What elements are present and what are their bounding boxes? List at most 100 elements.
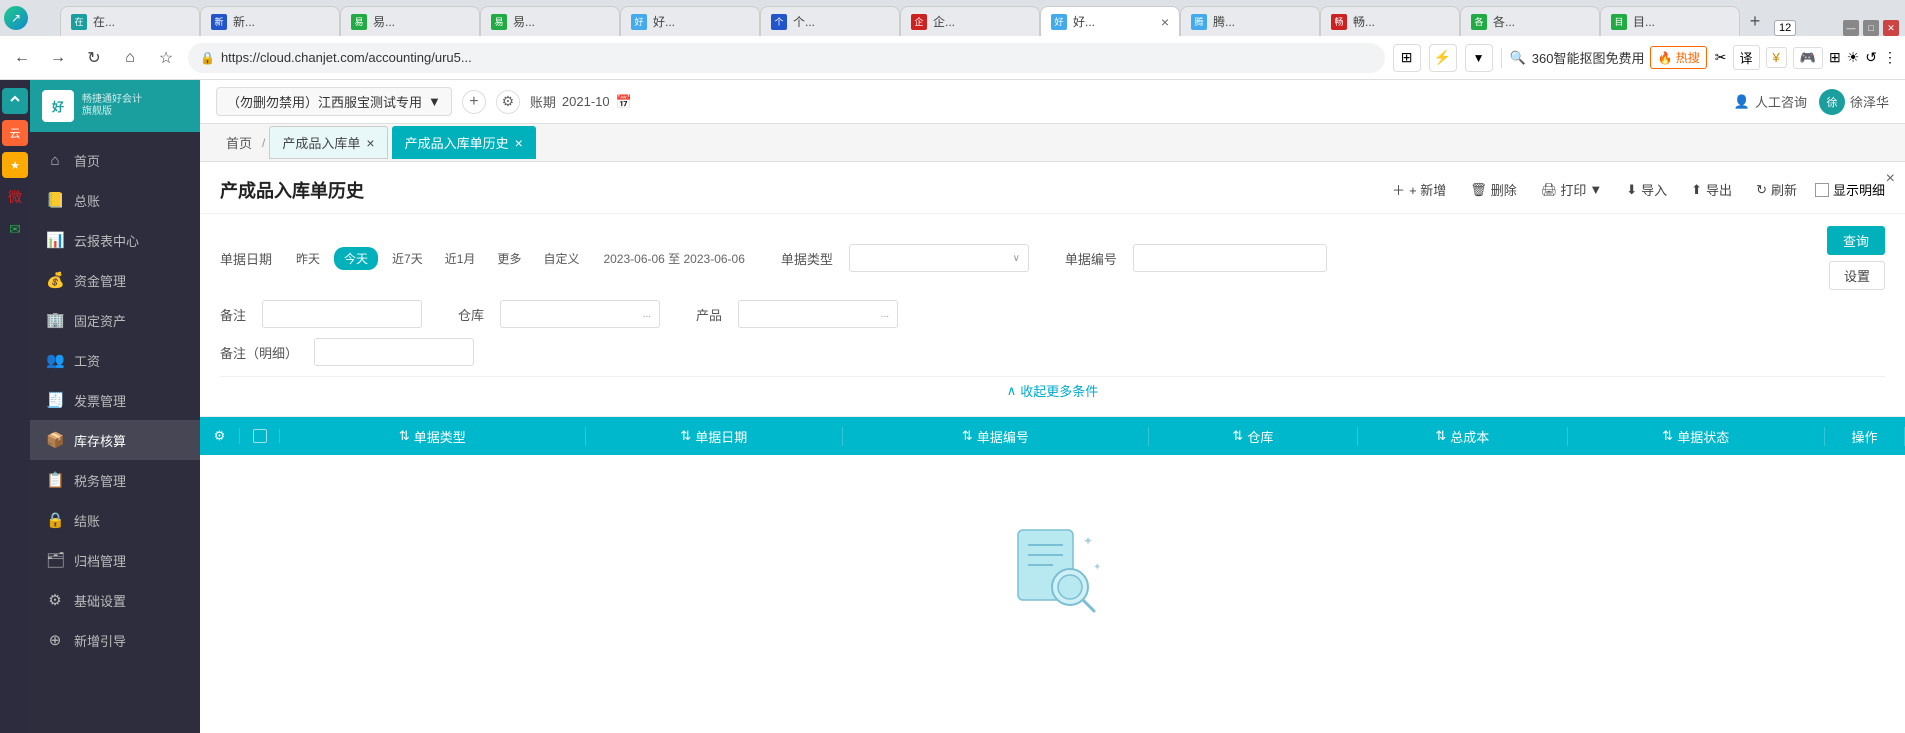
th-checkbox-input[interactable]: [253, 429, 267, 443]
more-btn[interactable]: ⋮: [1883, 49, 1897, 66]
note-detail-filter-input[interactable]: [314, 338, 474, 366]
date-btn-today[interactable]: 今天: [334, 247, 378, 270]
star-button[interactable]: ☆: [152, 44, 180, 72]
home-button[interactable]: ⌂: [116, 44, 144, 72]
breadcrumb-tabs: 首页 / 产成品入库单 × 产成品入库单历史 ×: [200, 124, 1905, 162]
dropdown-button[interactable]: ▼: [1465, 44, 1493, 72]
breadcrumb-tab-list[interactable]: 产成品入库单 ×: [269, 126, 387, 159]
icon-2-label: ★: [10, 159, 20, 172]
show-cols-button[interactable]: 显示明细: [1815, 180, 1885, 199]
delete-button[interactable]: 🗑 删除: [1464, 176, 1523, 203]
icon-sidebar-item-2[interactable]: ★: [2, 152, 28, 178]
icon-sidebar-logo[interactable]: [2, 88, 28, 114]
yuan-btn[interactable]: ¥: [1766, 47, 1787, 68]
tab-6[interactable]: 个 个...: [760, 6, 900, 36]
sidebar-item-invoice[interactable]: 🧾 发票管理: [30, 380, 200, 420]
undo-btn[interactable]: ↺: [1865, 49, 1877, 66]
th-cost[interactable]: ⇅ 总成本: [1358, 427, 1567, 446]
company-selector[interactable]: （勿删勿禁用）江西服宝测试专用 ▼: [216, 87, 452, 116]
collapse-button[interactable]: ∧ 收起更多条件: [220, 376, 1885, 404]
date-btn-yesterday[interactable]: 昨天: [288, 247, 328, 270]
refresh-data-button[interactable]: ↻ 刷新: [1750, 176, 1803, 203]
tab-3[interactable]: 易 易...: [340, 6, 480, 36]
sidebar-item-more[interactable]: ⊕ 新增引导: [30, 620, 200, 660]
warehouse-filter-select[interactable]: ...: [500, 300, 660, 328]
translate-btn[interactable]: 译: [1733, 45, 1760, 70]
tab-close-8[interactable]: ×: [1161, 14, 1169, 30]
sidebar-item-archive[interactable]: 🗂 归档管理: [30, 540, 200, 580]
breadcrumb-tab-history-close[interactable]: ×: [515, 135, 523, 151]
date-btn-1month[interactable]: 近1月: [437, 247, 484, 270]
extensions-button[interactable]: ⊞: [1393, 44, 1421, 72]
tab-10[interactable]: 畅 畅...: [1320, 6, 1460, 36]
export-button[interactable]: ⬆ 导出: [1685, 176, 1738, 203]
print-button[interactable]: 🖨 打印 ▼: [1535, 176, 1608, 203]
hot-search-badge[interactable]: 🔥 热搜: [1650, 46, 1706, 69]
company-settings-button[interactable]: ⚙: [496, 90, 520, 114]
tab-12[interactable]: 目 目...: [1600, 6, 1740, 36]
sidebar-item-reports[interactable]: 📊 云报表中心: [30, 220, 200, 260]
breadcrumb-home[interactable]: 首页: [216, 127, 262, 158]
new-tab-button[interactable]: +: [1740, 6, 1770, 36]
th-settings[interactable]: ⚙: [200, 428, 240, 444]
th-checkbox[interactable]: [240, 429, 280, 443]
filter-action-buttons: 查询 设置: [1827, 226, 1885, 290]
tab-5[interactable]: 好 好...: [620, 6, 760, 36]
date-btn-7days[interactable]: 近7天: [384, 247, 431, 270]
window-max-btn[interactable]: □: [1863, 20, 1879, 36]
sidebar-item-funds[interactable]: 💰 资金管理: [30, 260, 200, 300]
window-min-btn[interactable]: —: [1843, 20, 1859, 36]
add-company-button[interactable]: +: [462, 90, 486, 114]
scissors-icon[interactable]: ✂: [1715, 49, 1727, 66]
th-date[interactable]: ⇅ 单据日期: [586, 427, 844, 446]
th-status[interactable]: ⇅ 单据状态: [1568, 427, 1826, 446]
add-button[interactable]: ＋ + 新增: [1386, 176, 1452, 203]
refresh-button[interactable]: ↻: [80, 44, 108, 72]
lightning-button[interactable]: ⚡: [1429, 44, 1457, 72]
breadcrumb-tab-list-close[interactable]: ×: [366, 135, 374, 151]
th-type[interactable]: ⇅ 单据类型: [280, 427, 586, 446]
note-filter-input[interactable]: [262, 300, 422, 328]
back-button[interactable]: ←: [8, 44, 36, 72]
sidebar-item-settings[interactable]: ⚙ 基础设置: [30, 580, 200, 620]
filter-settings-button[interactable]: 设置: [1829, 261, 1885, 290]
window-close-btn[interactable]: ✕: [1883, 20, 1899, 36]
import-button[interactable]: ⬇ 导入: [1620, 176, 1673, 203]
date-btn-custom[interactable]: 自定义: [535, 247, 587, 270]
user-avatar[interactable]: 徐 徐泽华: [1819, 89, 1889, 115]
th-number[interactable]: ⇅ 单据编号: [843, 427, 1149, 446]
tab-9[interactable]: 腾 腾...: [1180, 6, 1320, 36]
sidebar-item-tax[interactable]: 📋 税务管理: [30, 460, 200, 500]
number-filter-input[interactable]: [1133, 244, 1327, 272]
tab-4[interactable]: 易 易...: [480, 6, 620, 36]
tab-11[interactable]: 各 各...: [1460, 6, 1600, 36]
sidebar-item-close[interactable]: 🔒 结账: [30, 500, 200, 540]
tab-2[interactable]: 新 新...: [200, 6, 340, 36]
sidebar-item-ledger[interactable]: 📒 总账: [30, 180, 200, 220]
product-filter-select[interactable]: ...: [738, 300, 898, 328]
sidebar-item-inventory[interactable]: 📦 库存核算: [30, 420, 200, 460]
sidebar-item-fixed[interactable]: 🏢 固定资产: [30, 300, 200, 340]
breadcrumb-tab-history[interactable]: 产成品入库单历史 ×: [392, 126, 536, 159]
tab-7[interactable]: 企 企...: [900, 6, 1040, 36]
icon-sidebar-item-3[interactable]: 微: [2, 184, 28, 210]
grid-view-btn[interactable]: ⊞: [1829, 49, 1841, 66]
tab-8[interactable]: 好 好... ×: [1040, 6, 1180, 36]
page-close-button[interactable]: ×: [1876, 162, 1905, 196]
tab-1[interactable]: 在 在...: [60, 6, 200, 36]
url-bar[interactable]: 🔒 https://cloud.chanjet.com/accounting/u…: [188, 43, 1385, 73]
sidebar-item-payroll[interactable]: 👥 工资: [30, 340, 200, 380]
icon-sidebar-item-1[interactable]: 云: [2, 120, 28, 146]
sun-btn[interactable]: ☀: [1847, 49, 1860, 66]
type-filter-select[interactable]: ∨: [849, 244, 1029, 272]
icon-sidebar-item-4[interactable]: ✉: [2, 216, 28, 242]
game-btn[interactable]: 🎮: [1793, 47, 1823, 69]
query-button[interactable]: 查询: [1827, 226, 1885, 255]
user-service-button[interactable]: 👤 人工咨询: [1734, 92, 1807, 111]
show-cols-checkbox[interactable]: [1815, 183, 1829, 197]
sidebar-item-home[interactable]: ⌂ 首页: [30, 140, 200, 180]
th-warehouse[interactable]: ⇅ 仓库: [1149, 427, 1358, 446]
add-label: + 新增: [1409, 180, 1446, 199]
forward-button[interactable]: →: [44, 44, 72, 72]
date-btn-more[interactable]: 更多: [489, 247, 529, 270]
